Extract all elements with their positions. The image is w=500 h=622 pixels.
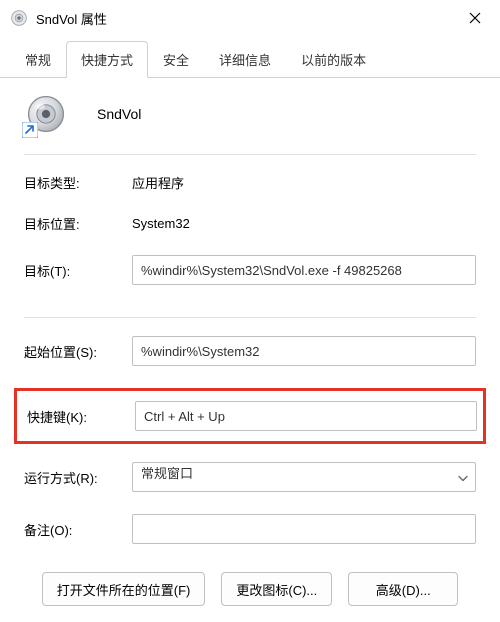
shortcut-name[interactable]: SndVol: [96, 101, 142, 127]
row-comment: 备注(O):: [24, 514, 476, 544]
shortcut-large-icon: [24, 92, 68, 136]
tab-previous-versions[interactable]: 以前的版本: [286, 41, 381, 78]
titlebar: SndVol 属性: [0, 0, 500, 36]
row-hotkey-highlighted: 快捷键(K):: [14, 388, 486, 444]
tab-general[interactable]: 常规: [10, 41, 66, 78]
separator-2: [24, 317, 476, 318]
value-target-location: System32: [132, 216, 190, 231]
row-target-type: 目标类型: 应用程序: [24, 173, 476, 192]
label-target: 目标(T):: [24, 261, 132, 280]
input-start-in[interactable]: [132, 336, 476, 366]
tab-content: SndVol 目标类型: 应用程序 目标位置: System32 目标(T): …: [0, 78, 500, 622]
window-title: SndVol 属性: [36, 9, 107, 28]
separator: [24, 154, 476, 155]
select-run-wrap[interactable]: 常规窗口: [132, 462, 476, 492]
label-target-type: 目标类型:: [24, 173, 132, 192]
input-target[interactable]: [132, 255, 476, 285]
shortcut-header: SndVol: [24, 92, 476, 136]
app-small-icon: [10, 9, 28, 27]
close-icon: [469, 12, 481, 24]
tab-security[interactable]: 安全: [148, 41, 204, 78]
open-file-location-button[interactable]: 打开文件所在的位置(F): [42, 572, 206, 606]
tab-shortcut[interactable]: 快捷方式: [66, 41, 148, 78]
row-target-location: 目标位置: System32: [24, 214, 476, 233]
row-start-in: 起始位置(S):: [24, 336, 476, 366]
input-comment[interactable]: [132, 514, 476, 544]
label-comment: 备注(O):: [24, 520, 132, 539]
tab-details[interactable]: 详细信息: [204, 41, 286, 78]
label-hotkey: 快捷键(K):: [23, 407, 135, 426]
select-run[interactable]: 常规窗口: [132, 462, 476, 492]
button-row: 打开文件所在的位置(F) 更改图标(C)... 高级(D)...: [24, 572, 476, 606]
tab-strip: 常规 快捷方式 安全 详细信息 以前的版本: [0, 40, 500, 78]
row-target: 目标(T):: [24, 255, 476, 285]
label-target-location: 目标位置:: [24, 214, 132, 233]
shortcut-arrow-overlay-icon: [22, 122, 38, 138]
value-target-type: 应用程序: [132, 173, 184, 192]
change-icon-button[interactable]: 更改图标(C)...: [221, 572, 332, 606]
properties-window: SndVol 属性 常规 快捷方式 安全 详细信息 以前的版本: [0, 0, 500, 622]
row-run: 运行方式(R): 常规窗口: [24, 462, 476, 492]
label-run: 运行方式(R):: [24, 468, 132, 487]
advanced-button[interactable]: 高级(D)...: [348, 572, 458, 606]
input-hotkey[interactable]: [135, 401, 477, 431]
label-start-in: 起始位置(S):: [24, 342, 132, 361]
close-button[interactable]: [450, 0, 500, 36]
